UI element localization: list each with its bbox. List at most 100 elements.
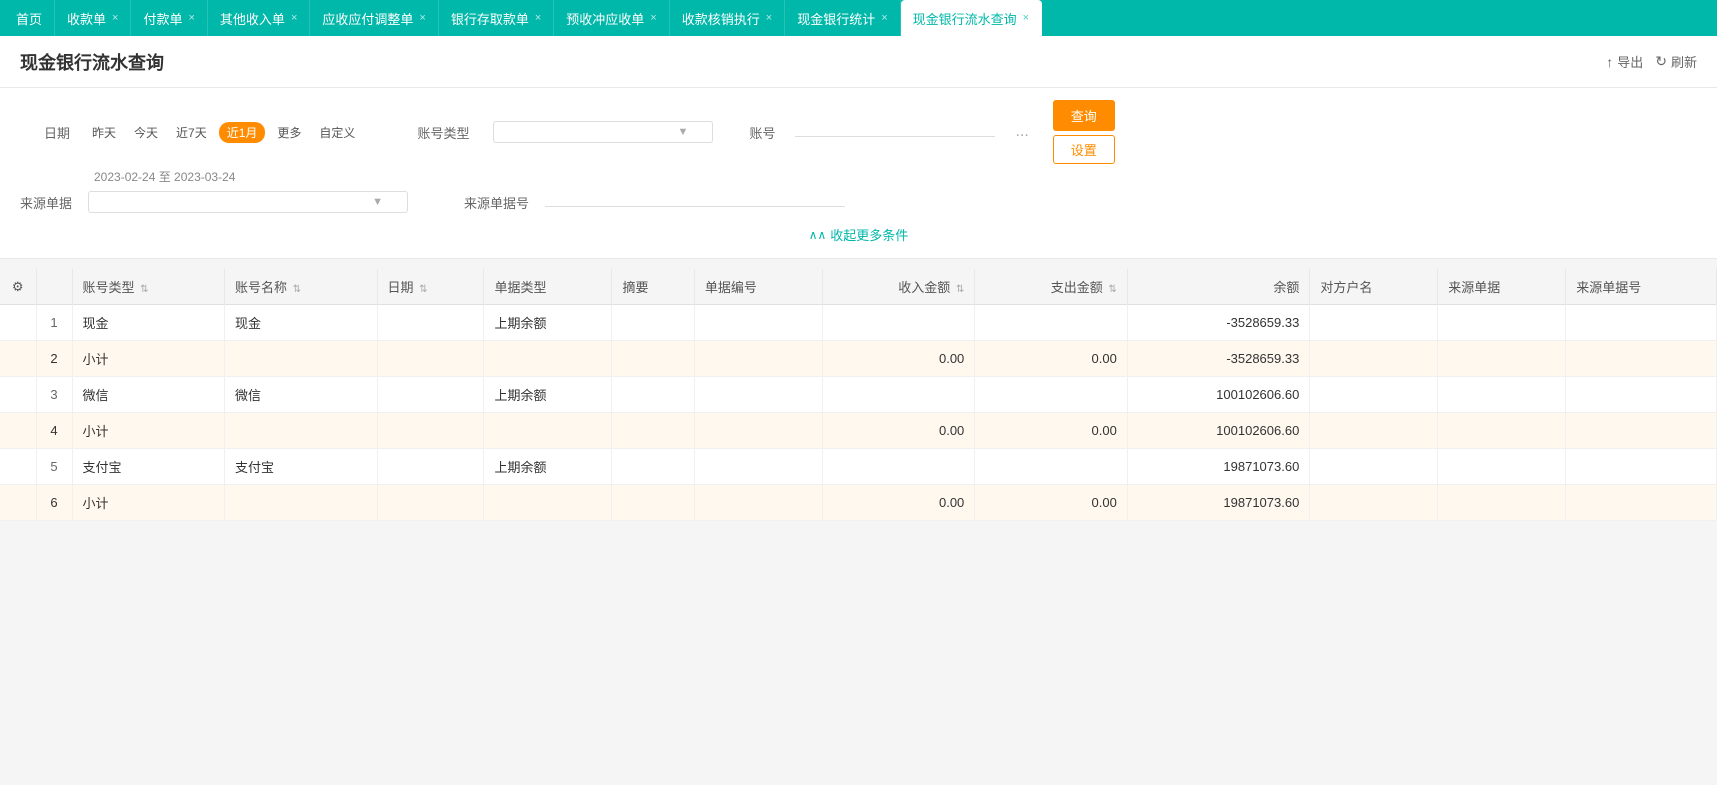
cell-date: [377, 485, 484, 521]
cell-source-doc: [1438, 485, 1566, 521]
col-account-name[interactable]: 账号名称 ⇅: [225, 269, 378, 305]
cell-counterpart: [1310, 377, 1438, 413]
nav-yingshouyingfu[interactable]: 应收应付调整单 ×: [310, 0, 438, 36]
cell-doc-num: [694, 485, 822, 521]
cell-account-type: 小计: [72, 413, 225, 449]
close-icon[interactable]: ×: [535, 12, 541, 24]
cell-date: [377, 305, 484, 341]
col-income[interactable]: 收入金额 ⇅: [822, 269, 975, 305]
close-icon[interactable]: ×: [766, 12, 772, 24]
filter-row-source: 来源单据 ▼ 来源单据号: [20, 191, 1697, 213]
close-icon[interactable]: ×: [112, 12, 118, 24]
date-range-text: 2023-02-24 至 2023-03-24: [94, 170, 235, 184]
source-doc-select[interactable]: ▼: [88, 191, 408, 213]
nav-xianjinyinhang[interactable]: 现金银行统计 ×: [785, 0, 900, 36]
collapse-up-icon: ∧∧: [809, 228, 827, 242]
cell-income: 0.00: [822, 485, 975, 521]
query-button[interactable]: 查询: [1053, 100, 1115, 131]
cell-account-name: 微信: [225, 377, 378, 413]
col-expense[interactable]: 支出金额 ⇅: [975, 269, 1128, 305]
close-icon[interactable]: ×: [1023, 12, 1029, 24]
cell-doc-num: [694, 341, 822, 377]
filter-row-date: 日期 昨天 今天 近7天 近1月 更多 自定义 账号类型 ▼ 账号 ... 查询…: [20, 100, 1697, 164]
dropdown-icon: ▼: [372, 196, 383, 208]
cell-summary: [612, 305, 694, 341]
cell-expense: 0.00: [975, 485, 1128, 521]
cell-source-doc-num: [1566, 413, 1717, 449]
filter-area: 日期 昨天 今天 近7天 近1月 更多 自定义 账号类型 ▼ 账号 ... 查询…: [0, 88, 1717, 259]
export-button[interactable]: ↑ 导出: [1606, 52, 1643, 71]
nav-shoukuandan[interactable]: 收款单 ×: [55, 0, 131, 36]
cell-counterpart: [1310, 413, 1438, 449]
close-icon[interactable]: ×: [419, 12, 425, 24]
cell-account-name: 支付宝: [225, 449, 378, 485]
nav-yushourchong[interactable]: 预收冲应收单 ×: [554, 0, 669, 36]
cell-doc-num: [694, 377, 822, 413]
cell-counterpart: [1310, 485, 1438, 521]
cell-num: 3: [36, 377, 72, 413]
cell-doc-type: 上期余额: [484, 377, 612, 413]
close-icon[interactable]: ×: [291, 12, 297, 24]
date-opt-yesterday[interactable]: 昨天: [86, 122, 122, 143]
date-opt-more[interactable]: 更多: [271, 122, 307, 143]
cell-expense: [975, 377, 1128, 413]
cell-gear: [0, 485, 36, 521]
nav-yinhangcunqu[interactable]: 银行存取款单 ×: [439, 0, 554, 36]
sort-icon: ⇅: [1108, 284, 1116, 295]
cell-income: 0.00: [822, 341, 975, 377]
close-icon[interactable]: ×: [650, 12, 656, 24]
nav-liushui-active[interactable]: 现金银行流水查询 ×: [901, 0, 1042, 36]
more-icon[interactable]: ...: [1015, 123, 1028, 141]
cell-balance: 19871073.60: [1127, 449, 1310, 485]
cell-summary: [612, 413, 694, 449]
cell-gear: [0, 377, 36, 413]
collapse-filter-button[interactable]: ∧∧ 收起更多条件: [20, 221, 1697, 250]
cell-gear: [0, 449, 36, 485]
account-type-label: 账号类型: [417, 123, 477, 142]
account-label: 账号: [749, 123, 779, 142]
date-opt-1month[interactable]: 近1月: [219, 122, 266, 143]
collapse-label: 收起更多条件: [830, 225, 908, 244]
cell-num: 1: [36, 305, 72, 341]
cell-doc-num: [694, 449, 822, 485]
date-opt-custom[interactable]: 自定义: [313, 122, 361, 143]
cell-source-doc-num: [1566, 377, 1717, 413]
table-header-row: ⚙ 账号类型 ⇅ 账号名称 ⇅ 日期 ⇅ 单据类型 摘要 单据编号: [0, 269, 1717, 305]
sort-icon: ⇅: [419, 284, 427, 295]
table-row: 1现金现金上期余额-3528659.33: [0, 305, 1717, 341]
cell-num: 2: [36, 341, 72, 377]
cell-account-type: 支付宝: [72, 449, 225, 485]
refresh-button[interactable]: ↻ 刷新: [1655, 52, 1697, 71]
cell-balance: -3528659.33: [1127, 305, 1310, 341]
source-doc-num-input[interactable]: [545, 198, 845, 207]
nav-qitashouru[interactable]: 其他收入单 ×: [208, 0, 310, 36]
cell-summary: [612, 485, 694, 521]
date-opt-7days[interactable]: 近7天: [170, 122, 213, 143]
cell-source-doc-num: [1566, 449, 1717, 485]
col-account-type[interactable]: 账号类型 ⇅: [72, 269, 225, 305]
setting-button[interactable]: 设置: [1053, 135, 1115, 164]
nav-fukuandan[interactable]: 付款单 ×: [131, 0, 207, 36]
col-date[interactable]: 日期 ⇅: [377, 269, 484, 305]
table-row: 2小计0.000.00-3528659.33: [0, 341, 1717, 377]
page-header: 现金银行流水查询 ↑ 导出 ↻ 刷新: [0, 36, 1717, 88]
table-row: 6小计0.000.0019871073.60: [0, 485, 1717, 521]
cell-num: 4: [36, 413, 72, 449]
close-icon[interactable]: ×: [188, 12, 194, 24]
col-balance: 余额: [1127, 269, 1310, 305]
cell-account-type: 现金: [72, 305, 225, 341]
cell-source-doc: [1438, 341, 1566, 377]
nav-shoukuanhexiao[interactable]: 收款核销执行 ×: [670, 0, 785, 36]
date-opt-today[interactable]: 今天: [128, 122, 164, 143]
table-row: 5支付宝支付宝上期余额19871073.60: [0, 449, 1717, 485]
cell-source-doc: [1438, 449, 1566, 485]
cell-date: [377, 413, 484, 449]
date-label: 日期: [20, 123, 70, 142]
nav-home[interactable]: 首页: [4, 0, 55, 36]
col-settings[interactable]: ⚙: [0, 269, 36, 305]
close-icon[interactable]: ×: [881, 12, 887, 24]
account-type-select[interactable]: ▼: [493, 121, 713, 143]
col-summary: 摘要: [612, 269, 694, 305]
account-input[interactable]: [795, 128, 995, 137]
cell-expense: [975, 305, 1128, 341]
